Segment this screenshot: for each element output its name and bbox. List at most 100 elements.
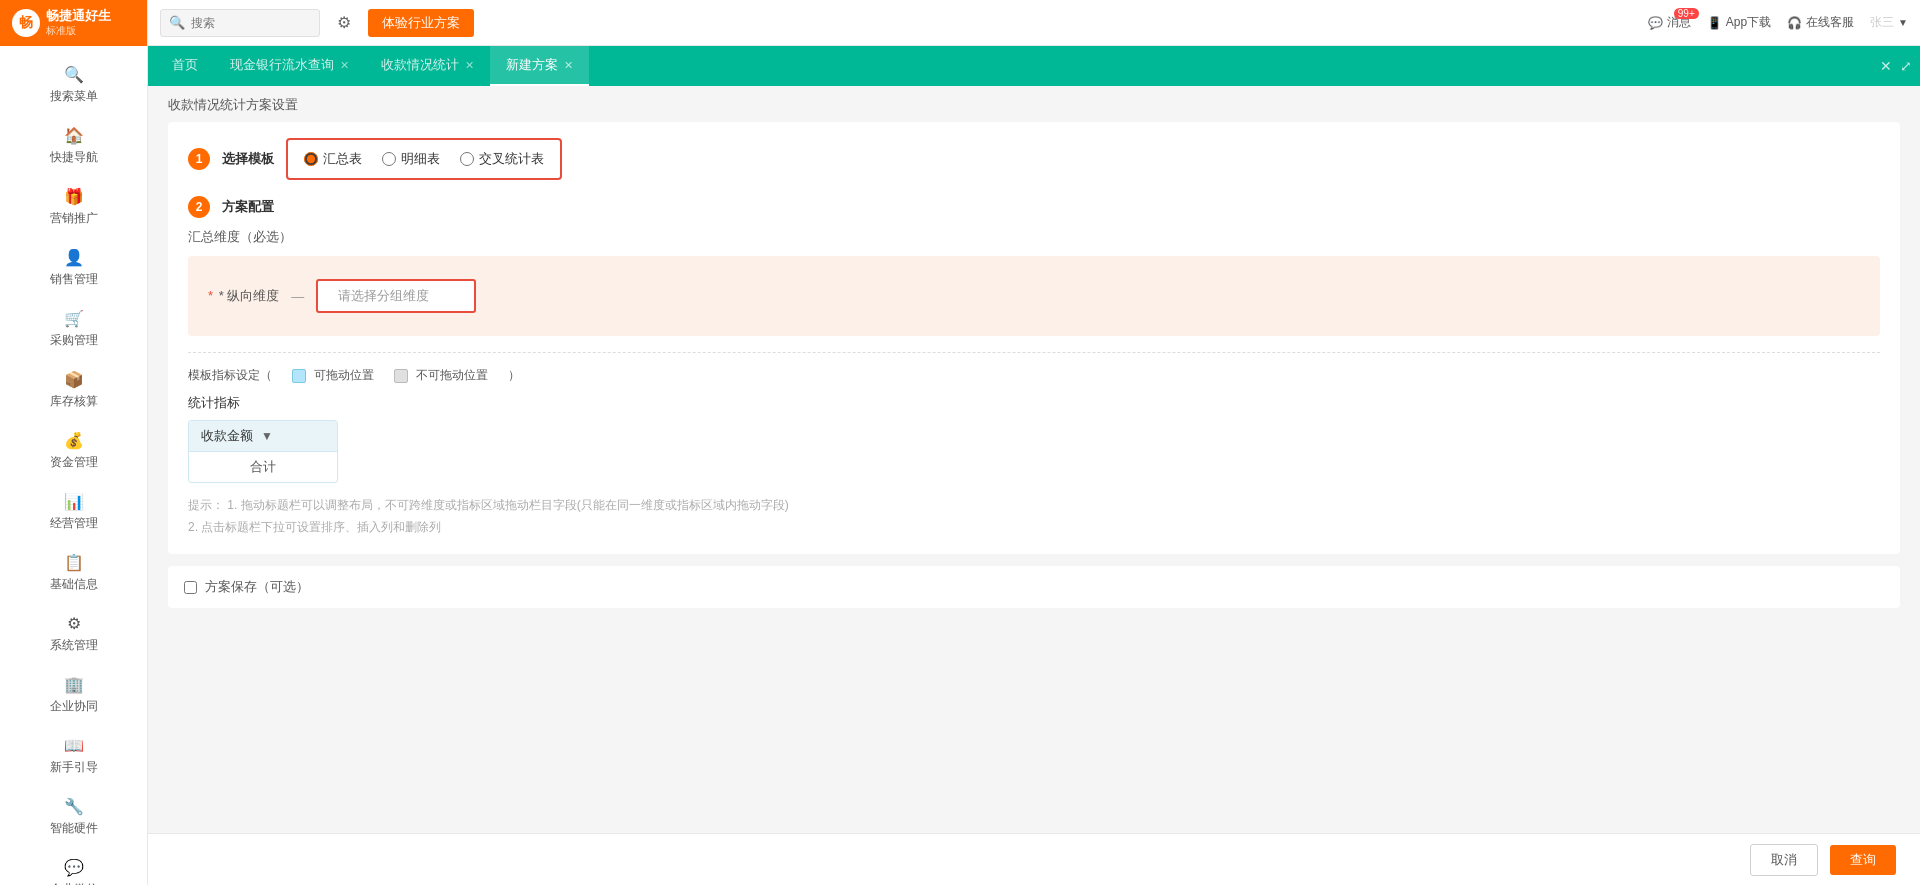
sidebar-item-purchase[interactable]: 🛒 采购管理: [0, 298, 147, 359]
sidebar-nav: 🔍 搜索菜单 🏠 快捷导航 🎁 营销推广 👤 销售管理 🛒 采购管理 📦 库存核…: [0, 46, 147, 885]
sidebar-item-wechat[interactable]: 💬 企业微信: [0, 847, 147, 885]
headset-icon: 🎧: [1787, 16, 1802, 30]
sidebar-item-inventory[interactable]: 📦 库存核算: [0, 359, 147, 420]
download-icon: 📱: [1707, 16, 1722, 30]
wrench-icon: 🔧: [64, 796, 84, 816]
metrics-col-header[interactable]: 收款金额 ▼: [189, 421, 337, 452]
tab-collection[interactable]: 收款情况统计 ✕: [365, 46, 490, 86]
radio-summary-input[interactable]: [304, 152, 318, 166]
topbar-right: 💬 消息 99+ 📱 App下载 🎧 在线客服 张三 ▼: [1648, 14, 1908, 31]
sidebar-item-operation[interactable]: 📊 经营管理: [0, 481, 147, 542]
sidebar-item-sales[interactable]: 👤 销售管理: [0, 237, 147, 298]
sidebar-item-quick[interactable]: 🏠 快捷导航: [0, 115, 147, 176]
query-button[interactable]: 查询: [1830, 845, 1896, 875]
dimension-area: * * 纵向维度 — 请选择分组维度: [188, 256, 1880, 336]
step2-row: 2 方案配置: [188, 196, 1880, 218]
bottom-bar: 取消 查询: [148, 833, 1920, 885]
step2-label: 方案配置: [222, 198, 274, 216]
tab-new-plan-close[interactable]: ✕: [564, 59, 573, 72]
template-selection: 汇总表 明细表 交叉统计表: [286, 138, 562, 180]
radio-summary[interactable]: 汇总表: [304, 150, 362, 168]
dimension-title: 汇总维度（必选）: [188, 228, 1880, 246]
tab-cashflow[interactable]: 现金银行流水查询 ✕: [214, 46, 365, 86]
topbar: 🔍 ⚙ 体验行业方案 💬 消息 99+ 📱 App下载 🎧 在线客服 张三 ▼: [148, 0, 1920, 46]
sidebar-item-guide[interactable]: 📖 新手引导: [0, 725, 147, 786]
tip-1: 提示： 1. 拖动标题栏可以调整布局，不可跨维度或指标区域拖动栏目字段(只能在同…: [188, 495, 1880, 517]
search-menu-icon: 🔍: [64, 64, 84, 84]
save-section: 方案保存（可选）: [168, 566, 1900, 608]
home-icon: 🏠: [64, 125, 84, 145]
book-icon: 📖: [64, 735, 84, 755]
sidebar-item-capital[interactable]: 💰 资金管理: [0, 420, 147, 481]
sidebar-item-hardware[interactable]: 🔧 智能硬件: [0, 786, 147, 847]
main-area: 🔍 ⚙ 体验行业方案 💬 消息 99+ 📱 App下载 🎧 在线客服 张三 ▼: [148, 0, 1920, 885]
main-card: 1 选择模板 汇总表 明细表 交叉统计表: [168, 122, 1900, 554]
step2-circle: 2: [188, 196, 210, 218]
metrics-table: 收款金额 ▼ 合计: [188, 420, 338, 483]
cancel-button[interactable]: 取消: [1750, 844, 1818, 876]
save-label[interactable]: 方案保存（可选）: [205, 578, 309, 596]
sidebar: 畅 畅捷通好生 标准版 🔍 搜索菜单 🏠 快捷导航 🎁 营销推广 👤 销售管理 …: [0, 0, 148, 885]
arrow-icon: —: [291, 289, 304, 304]
sidebar-item-search[interactable]: 🔍 搜索菜单: [0, 54, 147, 115]
search-icon: 🔍: [169, 15, 185, 30]
maximize-icon[interactable]: ⤢: [1900, 58, 1912, 74]
tab-home[interactable]: 首页: [156, 46, 214, 86]
draggable-box: [292, 369, 306, 383]
gear-icon: ⚙: [64, 613, 84, 633]
metrics-section: 模板指标设定（ 可拖动位置 不可拖动位置 ）: [188, 352, 1880, 483]
tips-section: 提示： 1. 拖动标题栏可以调整布局，不可跨维度或指标区域拖动栏目字段(只能在同…: [188, 483, 1880, 538]
message-badge[interactable]: 💬 消息 99+: [1648, 14, 1691, 31]
dim-placeholder-box[interactable]: 请选择分组维度: [316, 279, 476, 313]
radio-cross[interactable]: 交叉统计表: [460, 150, 544, 168]
tabbar-controls: ✕ ⤢: [1880, 46, 1912, 86]
metrics-header: 模板指标设定（ 可拖动位置 不可拖动位置 ）: [188, 367, 1880, 384]
radio-detail[interactable]: 明细表: [382, 150, 440, 168]
chevron-down-icon: ▼: [1898, 17, 1908, 28]
metrics-col-subtotal: 合计: [189, 452, 337, 482]
chat-icon: 💬: [64, 857, 84, 877]
content-area: 收款情况统计方案设置 1 选择模板 汇总表 明细表: [148, 86, 1920, 885]
tabbar-spacer: [589, 46, 1880, 86]
settings-icon[interactable]: ⚙: [330, 9, 358, 37]
sidebar-logo: 畅 畅捷通好生 标准版: [0, 0, 147, 46]
online-service[interactable]: 🎧 在线客服: [1787, 14, 1854, 31]
tip-2: 2. 点击标题栏下拉可设置排序、插入列和删除列: [188, 517, 1880, 539]
step2-section: 2 方案配置 汇总维度（必选） * * 纵向维度 —: [188, 196, 1880, 538]
dim-row: * * 纵向维度 — 请选择分组维度: [208, 279, 476, 313]
save-checkbox[interactable]: [184, 581, 197, 594]
topbar-search[interactable]: 🔍: [160, 9, 320, 37]
metrics-close: ）: [508, 367, 520, 384]
user-profile[interactable]: 张三 ▼: [1870, 14, 1908, 31]
tab-collection-close[interactable]: ✕: [465, 59, 474, 72]
legend-fixed: 不可拖动位置: [394, 367, 488, 384]
app-download[interactable]: 📱 App下载: [1707, 14, 1771, 31]
box-icon: 📦: [64, 369, 84, 389]
chevron-down-icon: ▼: [261, 429, 273, 443]
fixed-box: [394, 369, 408, 383]
close-window-icon[interactable]: ✕: [1880, 58, 1892, 74]
message-icon: 💬: [1648, 16, 1663, 30]
logo-text: 畅捷通好生 标准版: [46, 8, 111, 38]
radio-group-template: 汇总表 明细表 交叉统计表: [304, 150, 544, 168]
building-icon: 🏢: [64, 674, 84, 694]
sidebar-item-marketing[interactable]: 🎁 营销推广: [0, 176, 147, 237]
sidebar-item-enterprise[interactable]: 🏢 企业协同: [0, 664, 147, 725]
search-input[interactable]: [191, 16, 301, 30]
sidebar-item-basic[interactable]: 📋 基础信息: [0, 542, 147, 603]
sidebar-item-system[interactable]: ⚙ 系统管理: [0, 603, 147, 664]
metrics-config-label: 模板指标设定（: [188, 367, 272, 384]
radio-cross-input[interactable]: [460, 152, 474, 166]
vertical-dim-label: * * 纵向维度: [208, 287, 279, 305]
trial-btn[interactable]: 体验行业方案: [368, 9, 474, 37]
tab-cashflow-close[interactable]: ✕: [340, 59, 349, 72]
radio-detail-input[interactable]: [382, 152, 396, 166]
page-header: 收款情况统计方案设置: [148, 86, 1920, 122]
plan-config: 汇总维度（必选） * * 纵向维度 — 请选择分组维度: [188, 228, 1880, 538]
logo-icon: 畅: [12, 9, 40, 37]
user-icon: 👤: [64, 247, 84, 267]
tabbar: 首页 现金银行流水查询 ✕ 收款情况统计 ✕ 新建方案 ✕ ✕ ⤢: [148, 46, 1920, 86]
tab-new-plan[interactable]: 新建方案 ✕: [490, 46, 589, 86]
legend-draggable: 可拖动位置: [292, 367, 374, 384]
cart-icon: 🛒: [64, 308, 84, 328]
